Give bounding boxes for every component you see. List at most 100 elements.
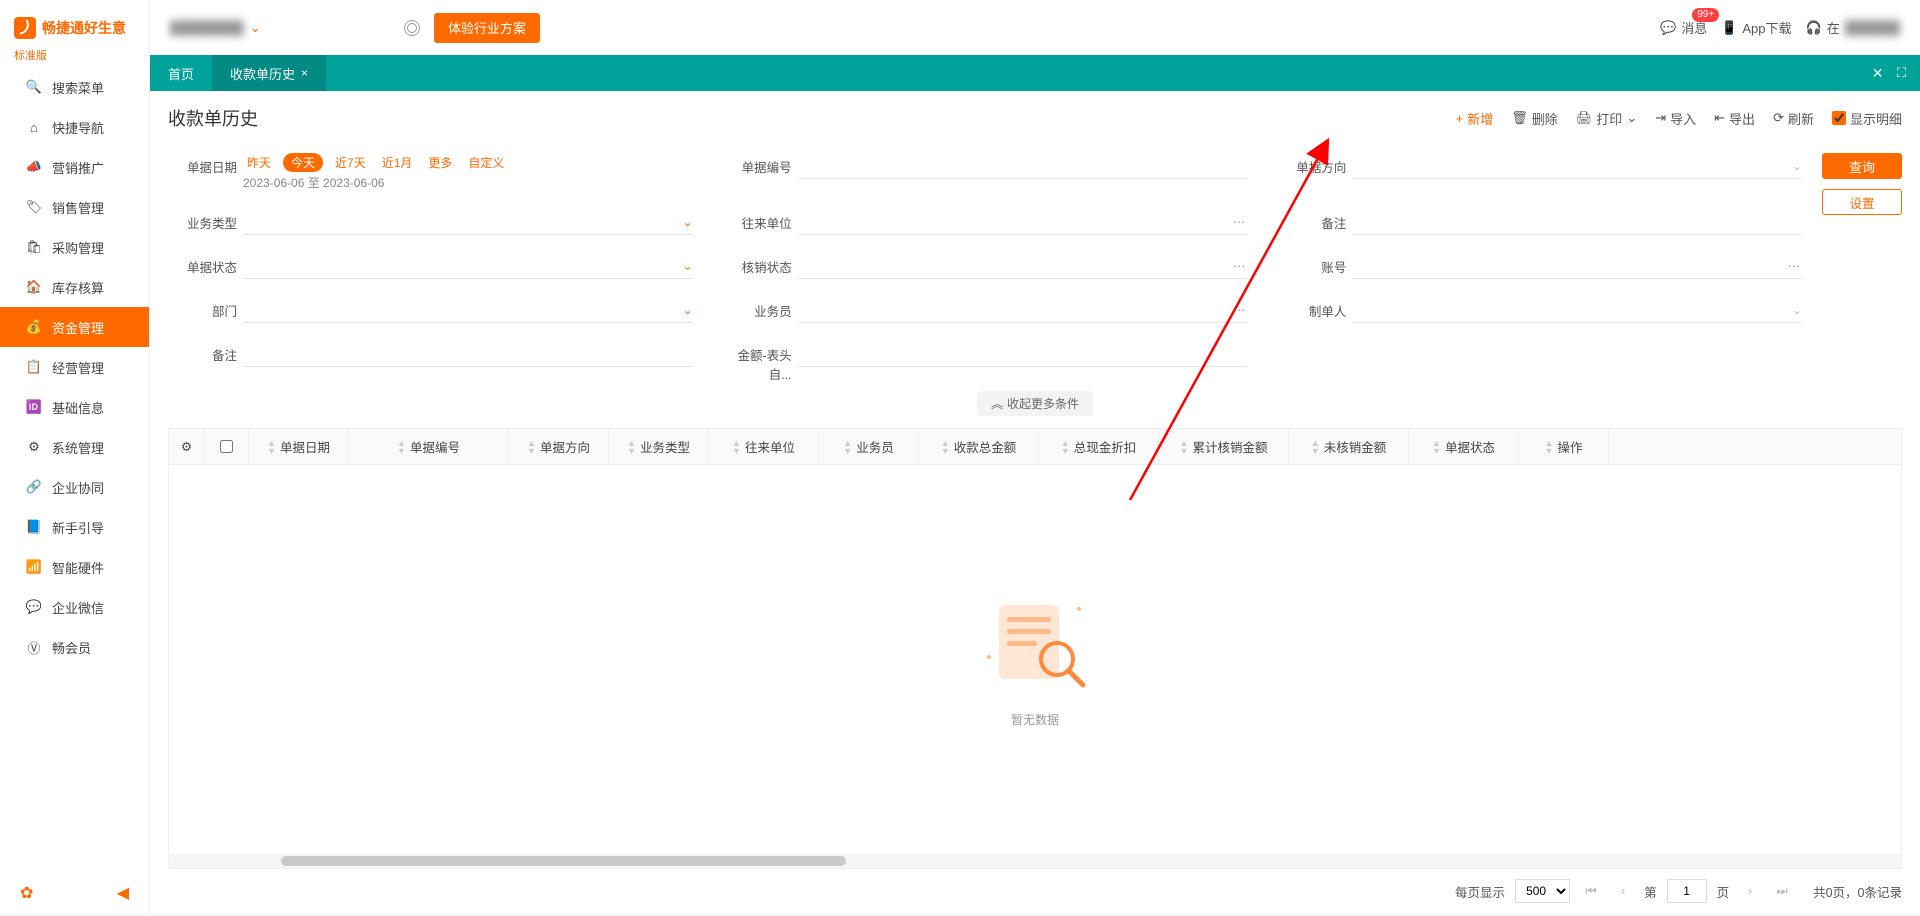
close-all-tabs-icon[interactable]: × xyxy=(1872,63,1883,84)
messages-link[interactable]: 💬 消息 99+ xyxy=(1660,18,1707,37)
th-10[interactable]: ▲▼单据状态 xyxy=(1409,429,1519,464)
import-button[interactable]: ⇥导入 xyxy=(1655,109,1696,128)
sort-icon[interactable]: ▲▼ xyxy=(1432,439,1441,455)
sidebar-item-0[interactable]: 🔍搜索菜单 xyxy=(0,67,149,107)
sort-icon[interactable]: ▲▼ xyxy=(397,439,406,455)
sort-icon[interactable]: ▲▼ xyxy=(527,439,536,455)
sort-icon[interactable]: ▲▼ xyxy=(267,439,276,455)
filter-4[interactable]: 备注 xyxy=(1277,209,1802,235)
sidebar-item-5[interactable]: 🏠库存核算 xyxy=(0,267,149,307)
filter-11[interactable]: 备注 xyxy=(168,341,693,383)
export-button[interactable]: ⇤导出 xyxy=(1714,109,1755,128)
collapse-sidebar-icon[interactable]: ◀ xyxy=(117,883,129,903)
filter-field[interactable] xyxy=(798,341,1248,367)
show-detail-checkbox[interactable] xyxy=(1832,111,1846,125)
sort-icon[interactable]: ▲▼ xyxy=(843,439,852,455)
sidebar-item-1[interactable]: ⌂快捷导航 xyxy=(0,107,149,147)
column-settings-icon[interactable]: ⚙ xyxy=(169,429,205,464)
company-select[interactable]: ████████ ⌄ xyxy=(170,20,390,36)
filter-9[interactable]: 业务员⋯ xyxy=(723,297,1248,323)
th-4[interactable]: ▲▼往来单位 xyxy=(709,429,819,464)
sort-icon[interactable]: ▲▼ xyxy=(627,439,636,455)
date-opt-1[interactable]: 今天 xyxy=(283,153,323,172)
th-3[interactable]: ▲▼业务类型 xyxy=(609,429,709,464)
filter-5[interactable]: 单据状态⌄ xyxy=(168,253,693,279)
select-all-input[interactable] xyxy=(220,440,233,453)
sidebar-item-3[interactable]: 🏷销售管理 xyxy=(0,187,149,227)
sort-icon[interactable]: ▲▼ xyxy=(732,439,741,455)
filter-field[interactable]: ⋯ xyxy=(798,297,1248,323)
filter-field[interactable]: ⌄ xyxy=(243,253,693,279)
filter-field[interactable]: ⌄ xyxy=(243,209,693,235)
per-page-select[interactable]: 500 xyxy=(1515,879,1570,903)
sidebar-item-4[interactable]: 🛍采购管理 xyxy=(0,227,149,267)
refresh-button[interactable]: ⟳刷新 xyxy=(1773,109,1814,128)
date-opt-0[interactable]: 昨天 xyxy=(243,153,275,172)
filter-field[interactable]: ⋯ xyxy=(1352,253,1802,279)
print-button[interactable]: 🖨打印⌄ xyxy=(1576,109,1637,128)
filter-field[interactable] xyxy=(1352,209,1802,235)
select-all-checkbox[interactable] xyxy=(205,429,249,464)
delete-button[interactable]: 🗑删除 xyxy=(1511,109,1558,128)
sort-icon[interactable]: ▲▼ xyxy=(941,439,950,455)
more-icon[interactable]: ⋯ xyxy=(1233,214,1248,229)
sidebar-item-7[interactable]: 📋经营管理 xyxy=(0,347,149,387)
sidebar-item-8[interactable]: 🆔基础信息 xyxy=(0,387,149,427)
filter-field[interactable]: ⋯ xyxy=(798,209,1248,235)
filter-field[interactable]: ⌄ xyxy=(1352,153,1802,179)
scrollbar-thumb[interactable] xyxy=(281,856,846,866)
sidebar-item-2[interactable]: 📣营销推广 xyxy=(0,147,149,187)
show-detail-toggle[interactable]: 显示明细 xyxy=(1832,109,1902,128)
th-5[interactable]: ▲▼业务员 xyxy=(819,429,919,464)
date-opt-2[interactable]: 近7天 xyxy=(331,153,370,172)
filter-field[interactable]: ⋯ xyxy=(798,253,1248,279)
filter-field[interactable]: ⌄ xyxy=(243,297,693,323)
fullscreen-icon[interactable]: ⛶ xyxy=(1897,65,1906,81)
sidebar-item-13[interactable]: 💬企业微信 xyxy=(0,587,149,627)
next-page-button[interactable]: › xyxy=(1739,880,1761,902)
search-button[interactable]: 查询 xyxy=(1822,153,1902,179)
th-1[interactable]: ▲▼单据编号 xyxy=(349,429,509,464)
tab-0[interactable]: 首页 xyxy=(150,55,212,91)
sort-icon[interactable]: ▲▼ xyxy=(1311,439,1320,455)
sidebar-item-11[interactable]: 📘新手引导 xyxy=(0,507,149,547)
settings-icon[interactable]: ✿ xyxy=(20,883,33,903)
date-opt-4[interactable]: 更多 xyxy=(424,153,456,172)
date-opt-5[interactable]: 自定义 xyxy=(464,153,508,172)
tab-1[interactable]: 收款单历史× xyxy=(212,55,326,91)
filter-6[interactable]: 核销状态⋯ xyxy=(723,253,1248,279)
try-industry-button[interactable]: 体验行业方案 xyxy=(434,13,540,43)
th-7[interactable]: ▲▼总现金折扣 xyxy=(1039,429,1159,464)
sort-icon[interactable]: ▲▼ xyxy=(1180,439,1189,455)
filter-7[interactable]: 账号⋯ xyxy=(1277,253,1802,279)
filter-0[interactable]: 单据编号 xyxy=(723,153,1248,191)
filter-1[interactable]: 单据方向⌄ xyxy=(1277,153,1802,191)
first-page-button[interactable]: ⏮ xyxy=(1580,880,1602,902)
page-input[interactable] xyxy=(1667,879,1707,903)
gear-icon[interactable] xyxy=(404,20,420,36)
sidebar-item-10[interactable]: 🔗企业协同 xyxy=(0,467,149,507)
filter-3[interactable]: 往来单位⋯ xyxy=(723,209,1248,235)
horizontal-scrollbar[interactable] xyxy=(169,854,1901,868)
filter-2[interactable]: 业务类型⌄ xyxy=(168,209,693,235)
th-11[interactable]: ▲▼操作 xyxy=(1519,429,1609,464)
filter-field[interactable] xyxy=(243,341,693,367)
filter-settings-button[interactable]: 设置 xyxy=(1822,189,1902,215)
add-button[interactable]: +新增 xyxy=(1456,109,1494,128)
th-0[interactable]: ▲▼单据日期 xyxy=(249,429,349,464)
filter-10[interactable]: 制单人⌄ xyxy=(1277,297,1802,323)
more-icon[interactable]: ⋯ xyxy=(1233,258,1248,273)
sidebar-item-6[interactable]: 💰资金管理 xyxy=(0,307,149,347)
th-6[interactable]: ▲▼收款总金额 xyxy=(919,429,1039,464)
filter-field[interactable] xyxy=(798,153,1248,179)
sidebar-item-12[interactable]: 📶智能硬件 xyxy=(0,547,149,587)
date-opt-3[interactable]: 近1月 xyxy=(378,153,417,172)
sidebar-item-9[interactable]: ⚙系统管理 xyxy=(0,427,149,467)
filter-12[interactable]: 金额-表头自... xyxy=(723,341,1248,383)
th-8[interactable]: ▲▼累计核销金额 xyxy=(1159,429,1289,464)
th-2[interactable]: ▲▼单据方向 xyxy=(509,429,609,464)
close-icon[interactable]: × xyxy=(301,66,308,80)
last-page-button[interactable]: ⏭ xyxy=(1771,880,1793,902)
th-9[interactable]: ▲▼未核销金额 xyxy=(1289,429,1409,464)
online-indicator[interactable]: 🎧 在 ██████ xyxy=(1806,18,1900,37)
